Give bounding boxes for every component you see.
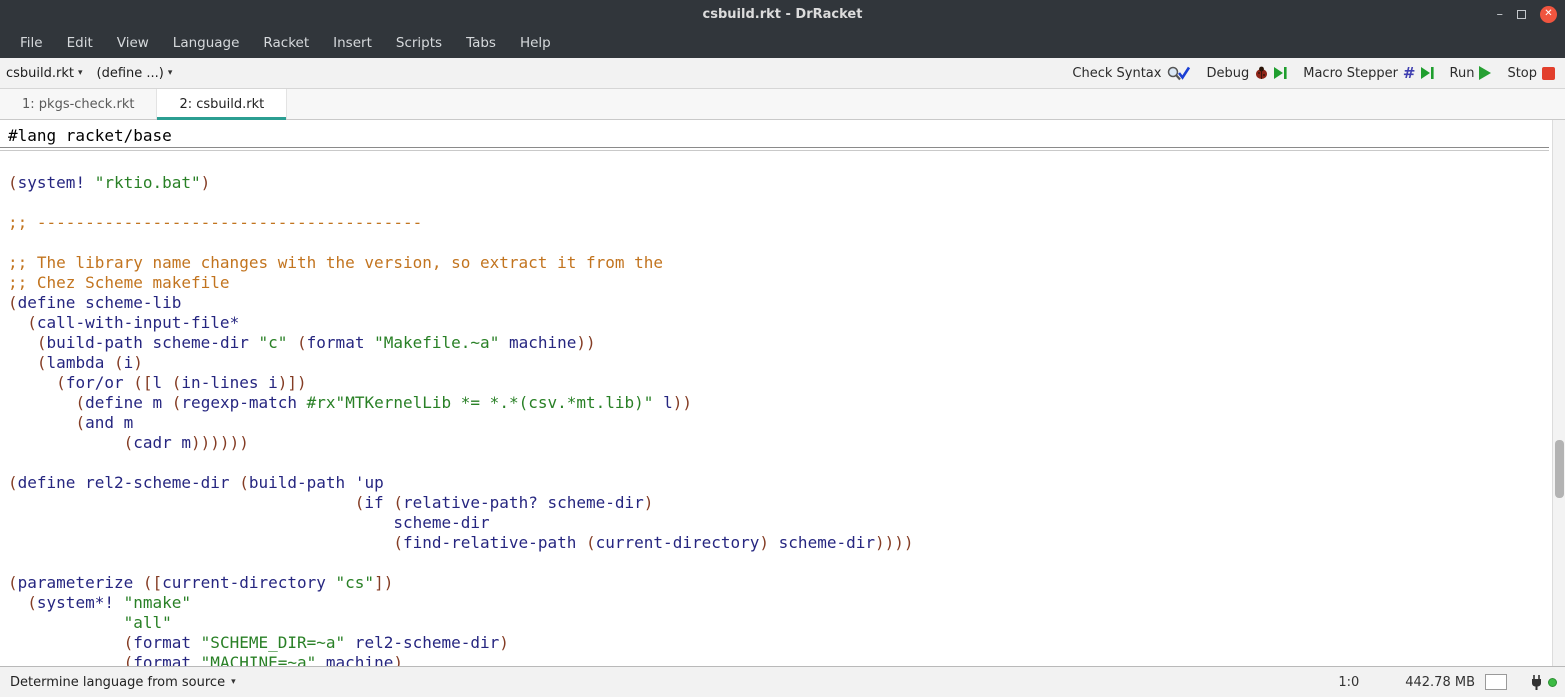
maximize-icon (1517, 10, 1526, 19)
stop-label: Stop (1507, 66, 1537, 81)
code-line: (if (relative-path? scheme-dir) (8, 493, 1545, 513)
file-scope-dropdown[interactable]: csbuild.rkt ▾ (6, 66, 83, 81)
code-line: (and m (8, 413, 1545, 433)
debug-label: Debug (1206, 66, 1249, 81)
code-line: (format "MACHINE=~a" machine) (8, 653, 1545, 666)
step-icon (1274, 67, 1287, 79)
tab-csbuild[interactable]: 2: csbuild.rkt (157, 89, 287, 119)
code-line (8, 233, 1545, 253)
menu-item-file[interactable]: File (8, 30, 55, 56)
code-line: (call-with-input-file* (8, 313, 1545, 333)
code-line: (define scheme-lib (8, 293, 1545, 313)
code-line: (lambda (i) (8, 353, 1545, 373)
menu-item-help[interactable]: Help (508, 30, 563, 56)
tabbar: 1: pkgs-check.rkt 2: csbuild.rkt (0, 89, 1565, 120)
toolbar-left: csbuild.rkt ▾ (define ...) ▾ (0, 66, 172, 81)
code-line: ;; The library name changes with the ver… (8, 253, 1545, 273)
statusbar-right: 1:0 442.78 MB (1338, 674, 1565, 690)
code-line: (build-path scheme-dir "c" (format "Make… (8, 333, 1545, 353)
tab-label: 2: csbuild.rkt (179, 97, 264, 112)
definition-dropdown[interactable]: (define ...) ▾ (97, 66, 173, 81)
menubar: File Edit View Language Racket Insert Sc… (0, 28, 1565, 58)
code-line (8, 193, 1545, 213)
menu-item-tabs[interactable]: Tabs (454, 30, 508, 56)
run-button[interactable]: Run (1450, 66, 1492, 81)
bug-icon (1254, 66, 1269, 80)
run-icon (1479, 66, 1491, 80)
toolbar: csbuild.rkt ▾ (define ...) ▾ Check Synta… (0, 58, 1565, 89)
tab-pkgs-check[interactable]: 1: pkgs-check.rkt (0, 89, 157, 119)
hash-icon: # (1403, 64, 1416, 82)
code-line: "all" (8, 613, 1545, 633)
dropdown-arrow-icon: ▾ (168, 68, 173, 78)
run-label: Run (1450, 66, 1475, 81)
code-line: ;; -------------------------------------… (8, 213, 1545, 233)
close-button[interactable]: ✕ (1540, 6, 1557, 23)
code-line: (define rel2-scheme-dir (build-path 'up (8, 473, 1545, 493)
stop-button[interactable]: Stop (1507, 66, 1555, 81)
macro-stepper-button[interactable]: Macro Stepper # (1303, 64, 1433, 82)
maximize-button[interactable] (1517, 10, 1526, 19)
code-line: (define m (regexp-match #rx"MTKernelLib … (8, 393, 1545, 413)
menu-item-racket[interactable]: Racket (251, 30, 321, 56)
lang-line-separator (0, 147, 1549, 151)
code-line: ;; Chez Scheme makefile (8, 273, 1545, 293)
code-line: (system*! "nmake" (8, 593, 1545, 613)
language-selector-label: Determine language from source (10, 675, 225, 690)
definition-dropdown-label: (define ...) (97, 66, 164, 81)
titlebar: csbuild.rkt - DrRacket – ✕ (0, 0, 1565, 28)
cursor-position: 1:0 (1338, 675, 1359, 690)
check-syntax-label: Check Syntax (1072, 66, 1161, 81)
step-icon (1421, 67, 1434, 79)
check-syntax-button[interactable]: Check Syntax (1072, 65, 1190, 82)
scrollbar-thumb[interactable] (1555, 440, 1564, 498)
language-selector[interactable]: Determine language from source ▾ (0, 671, 246, 694)
code-line: scheme-dir (8, 513, 1545, 533)
dropdown-arrow-icon: ▾ (231, 677, 236, 687)
file-scope-label: csbuild.rkt (6, 66, 74, 81)
window-title: csbuild.rkt - DrRacket (0, 7, 1565, 22)
dropdown-arrow-icon: ▾ (78, 68, 83, 78)
plug-icon (1531, 675, 1542, 690)
code-line (8, 553, 1545, 573)
toolbar-right: Check Syntax Debug (1072, 64, 1565, 82)
code-line: (parameterize ([current-directory "cs"]) (8, 573, 1545, 593)
code-line: (for/or ([l (in-lines i)]) (8, 373, 1545, 393)
debug-button[interactable]: Debug (1206, 66, 1287, 81)
tab-label: 1: pkgs-check.rkt (22, 97, 134, 112)
code-line (8, 453, 1545, 473)
stop-icon (1542, 67, 1555, 80)
vertical-scrollbar[interactable] (1552, 120, 1565, 666)
code-line: (format "SCHEME_DIR=~a" rel2-scheme-dir) (8, 633, 1545, 653)
code-line: (find-relative-path (current-directory) … (8, 533, 1545, 553)
menu-item-view[interactable]: View (105, 30, 161, 56)
menu-item-language[interactable]: Language (161, 30, 252, 56)
code-line (8, 153, 1545, 173)
memory-usage: 442.78 MB (1405, 675, 1475, 690)
menu-item-edit[interactable]: Edit (55, 30, 105, 56)
macro-stepper-label: Macro Stepper (1303, 66, 1398, 81)
code-line: (system! "rktio.bat") (8, 173, 1545, 193)
menu-item-scripts[interactable]: Scripts (384, 30, 454, 56)
magnifier-check-icon (1166, 65, 1190, 82)
code-line: #lang racket/base (8, 126, 1545, 146)
code-line: (cadr m)))))) (8, 433, 1545, 453)
definitions-editor[interactable]: #lang racket/base (system! "rktio.bat") … (0, 120, 1565, 666)
code-area[interactable]: #lang racket/base (system! "rktio.bat") … (0, 120, 1565, 666)
statusbar: Determine language from source ▾ 1:0 442… (0, 666, 1565, 697)
window-controls: – ✕ (1497, 0, 1558, 28)
menu-item-insert[interactable]: Insert (321, 30, 384, 56)
status-dot (1548, 678, 1557, 687)
gc-button[interactable] (1485, 674, 1507, 690)
minimize-button[interactable]: – (1497, 8, 1504, 21)
